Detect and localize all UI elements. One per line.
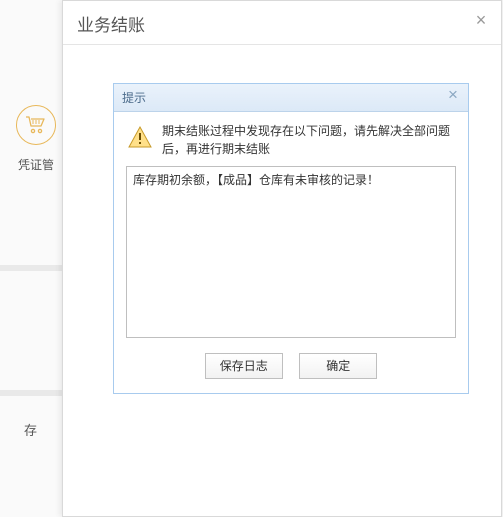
warning-icon: [126, 124, 154, 152]
prompt-header: 提示 ×: [114, 84, 468, 112]
save-log-button[interactable]: 保存日志: [205, 353, 283, 379]
ok-button[interactable]: 确定: [299, 353, 377, 379]
cart-icon: [16, 105, 56, 145]
sidebar-background: 凭证管 存: [0, 0, 64, 517]
voucher-module-label: 凭证管: [14, 156, 58, 173]
sidebar-text-fragment: 存: [24, 420, 37, 439]
voucher-module[interactable]: 凭证管: [14, 105, 58, 173]
divider: [0, 390, 64, 396]
prompt-button-row: 保存日志 确定: [126, 353, 456, 379]
prompt-body: 期末结账过程中发现存在以下问题，请先解决全部问题后，再进行期末结账 保存日志 确…: [114, 112, 468, 393]
prompt-message-row: 期末结账过程中发现存在以下问题，请先解决全部问题后，再进行期末结账: [126, 122, 456, 158]
prompt-dialog: 提示 × 期末结账过程中发现存在以下问题，请先解决全部问题后，再进行期末结账 保…: [113, 83, 469, 394]
prompt-close-button[interactable]: ×: [444, 87, 462, 105]
business-closing-modal: 业务结账 × 提示 × 期末结账过程中发现存在以下问题，请先解决全部问题后，再进…: [62, 0, 502, 517]
modal-close-button[interactable]: ×: [471, 11, 491, 31]
modal-title: 业务结账: [77, 11, 145, 36]
divider: [0, 265, 64, 271]
modal-header: 业务结账 ×: [63, 1, 501, 45]
prompt-message: 期末结账过程中发现存在以下问题，请先解决全部问题后，再进行期末结账: [162, 122, 456, 158]
prompt-title: 提示: [122, 89, 146, 106]
problem-details-box[interactable]: [126, 166, 456, 338]
